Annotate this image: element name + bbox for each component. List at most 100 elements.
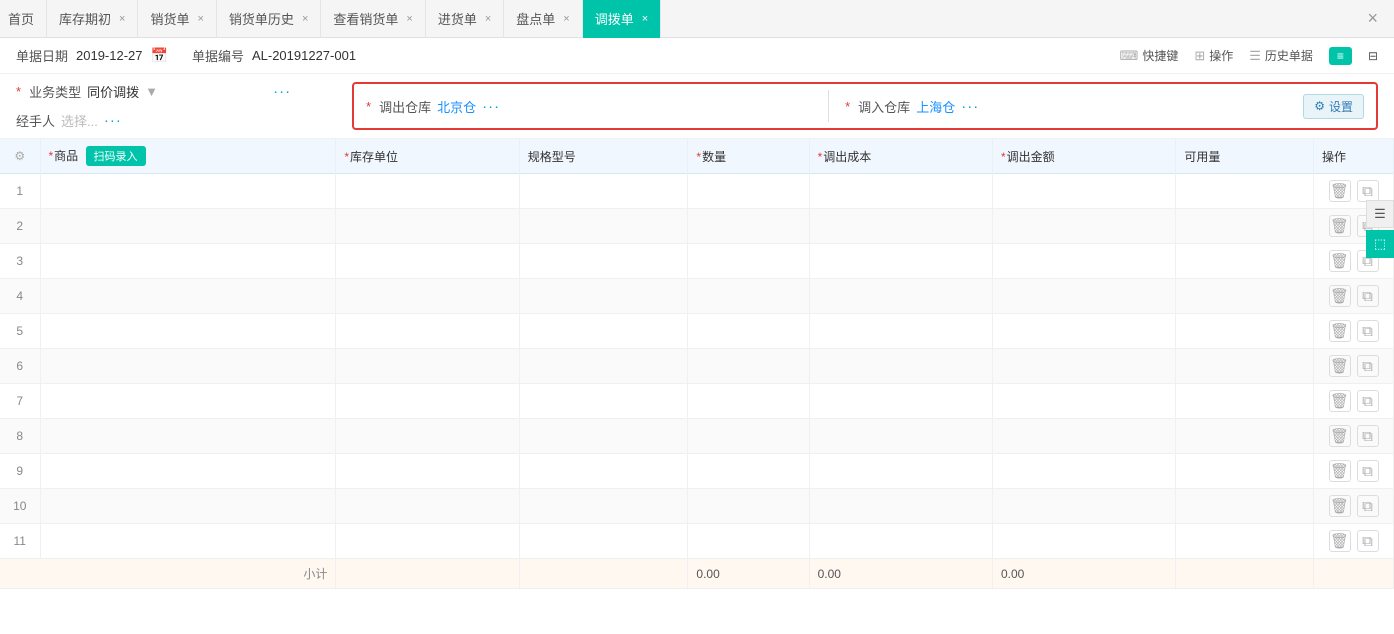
qty-cell[interactable] [688, 174, 809, 209]
unit-cell[interactable] [336, 489, 519, 524]
product-cell[interactable] [40, 174, 336, 209]
spec-cell[interactable] [519, 314, 688, 349]
unit-cell[interactable] [336, 244, 519, 279]
tab-purchase[interactable]: 进货单 × [426, 0, 504, 38]
business-type-select[interactable]: 同价调拨 ▼ [87, 82, 267, 101]
th-gear[interactable]: ⚙ [0, 139, 40, 174]
table-scroll-area[interactable]: ⚙ *商品 扫码录入 *库存单位 规格型号 *数量 *调出成本 *调出金额 可用… [0, 139, 1394, 610]
product-cell[interactable] [40, 419, 336, 454]
tab-sales-history-close[interactable]: × [302, 13, 308, 25]
product-cell[interactable] [40, 209, 336, 244]
amount-cell[interactable] [992, 314, 1175, 349]
amount-cell[interactable] [992, 349, 1175, 384]
tab-view-sales-close[interactable]: × [406, 13, 412, 25]
dropdown-arrow-icon[interactable]: ▼ [145, 84, 158, 99]
float-list-btn[interactable]: ☰ [1366, 200, 1394, 228]
amount-cell[interactable] [992, 419, 1175, 454]
available-cell[interactable] [1176, 384, 1314, 419]
delete-icon[interactable]: 🗑 [1329, 530, 1351, 552]
product-cell[interactable] [40, 524, 336, 559]
tab-transfer-close[interactable]: × [642, 13, 648, 25]
operator-placeholder[interactable]: 选择... [61, 111, 98, 130]
cost-cell[interactable] [809, 419, 992, 454]
delete-icon[interactable]: 🗑 [1329, 495, 1351, 517]
product-cell[interactable] [40, 454, 336, 489]
cost-cell[interactable] [809, 454, 992, 489]
product-cell[interactable] [40, 489, 336, 524]
unit-cell[interactable] [336, 174, 519, 209]
available-cell[interactable] [1176, 174, 1314, 209]
qty-cell[interactable] [688, 524, 809, 559]
cost-cell[interactable] [809, 314, 992, 349]
spec-cell[interactable] [519, 419, 688, 454]
delete-icon[interactable]: 🗑 [1329, 390, 1351, 412]
copy-icon[interactable]: ⧉ [1357, 425, 1379, 447]
available-cell[interactable] [1176, 349, 1314, 384]
tab-inventory-init-close[interactable]: × [119, 13, 125, 25]
spec-cell[interactable] [519, 489, 688, 524]
tab-view-sales[interactable]: 查看销货单 × [321, 0, 425, 38]
unit-cell[interactable] [336, 419, 519, 454]
spec-cell[interactable] [519, 454, 688, 489]
spec-cell[interactable] [519, 209, 688, 244]
spec-cell[interactable] [519, 244, 688, 279]
spec-cell[interactable] [519, 279, 688, 314]
tab-bar-close-btn[interactable]: × [1359, 8, 1386, 29]
available-cell[interactable] [1176, 314, 1314, 349]
cost-cell[interactable] [809, 524, 992, 559]
tab-home[interactable]: 首页 [8, 0, 47, 38]
active-toolbar-btn[interactable]: ≡ [1329, 47, 1352, 65]
cost-cell[interactable] [809, 279, 992, 314]
shortcuts-btn[interactable]: ⌨ 快捷键 [1120, 47, 1179, 64]
unit-cell[interactable] [336, 349, 519, 384]
tab-stocktake-close[interactable]: × [563, 13, 569, 25]
amount-cell[interactable] [992, 454, 1175, 489]
qty-cell[interactable] [688, 279, 809, 314]
qty-cell[interactable] [688, 489, 809, 524]
ops-btn[interactable]: ⊞ 操作 [1194, 47, 1233, 64]
delete-icon[interactable]: 🗑 [1329, 250, 1351, 272]
unit-cell[interactable] [336, 279, 519, 314]
amount-cell[interactable] [992, 489, 1175, 524]
tab-purchase-close[interactable]: × [485, 13, 491, 25]
copy-icon[interactable]: ⧉ [1357, 320, 1379, 342]
copy-icon[interactable]: ⧉ [1357, 495, 1379, 517]
scan-btn[interactable]: 扫码录入 [86, 146, 146, 166]
unit-cell[interactable] [336, 209, 519, 244]
available-cell[interactable] [1176, 244, 1314, 279]
cost-cell[interactable] [809, 244, 992, 279]
product-cell[interactable] [40, 349, 336, 384]
float-export-btn[interactable]: ⬚ [1366, 230, 1394, 258]
amount-cell[interactable] [992, 524, 1175, 559]
history-btn[interactable]: ☰ 历史单据 [1249, 47, 1313, 64]
available-cell[interactable] [1176, 279, 1314, 314]
spec-cell[interactable] [519, 174, 688, 209]
cost-cell[interactable] [809, 384, 992, 419]
qty-cell[interactable] [688, 384, 809, 419]
unit-cell[interactable] [336, 524, 519, 559]
unit-cell[interactable] [336, 454, 519, 489]
amount-cell[interactable] [992, 244, 1175, 279]
product-cell[interactable] [40, 279, 336, 314]
grid-btn[interactable]: ⊟ [1368, 49, 1378, 63]
cost-cell[interactable] [809, 349, 992, 384]
tab-stocktake[interactable]: 盘点单 × [504, 0, 582, 38]
qty-cell[interactable] [688, 419, 809, 454]
delete-icon[interactable]: 🗑 [1329, 285, 1351, 307]
operator-more[interactable]: ··· [104, 112, 122, 129]
copy-icon[interactable]: ⧉ [1357, 285, 1379, 307]
amount-cell[interactable] [992, 279, 1175, 314]
tab-sales-history[interactable]: 销货单历史 × [217, 0, 321, 38]
amount-cell[interactable] [992, 384, 1175, 419]
copy-icon[interactable]: ⧉ [1357, 390, 1379, 412]
copy-icon[interactable]: ⧉ [1357, 180, 1379, 202]
available-cell[interactable] [1176, 419, 1314, 454]
qty-cell[interactable] [688, 454, 809, 489]
product-cell[interactable] [40, 384, 336, 419]
settings-btn[interactable]: ⚙ 设置 [1303, 94, 1364, 119]
gear-icon[interactable]: ⚙ [14, 149, 25, 163]
delete-icon[interactable]: 🗑 [1329, 180, 1351, 202]
available-cell[interactable] [1176, 209, 1314, 244]
warehouse-out-more[interactable]: ··· [482, 98, 500, 115]
amount-cell[interactable] [992, 209, 1175, 244]
